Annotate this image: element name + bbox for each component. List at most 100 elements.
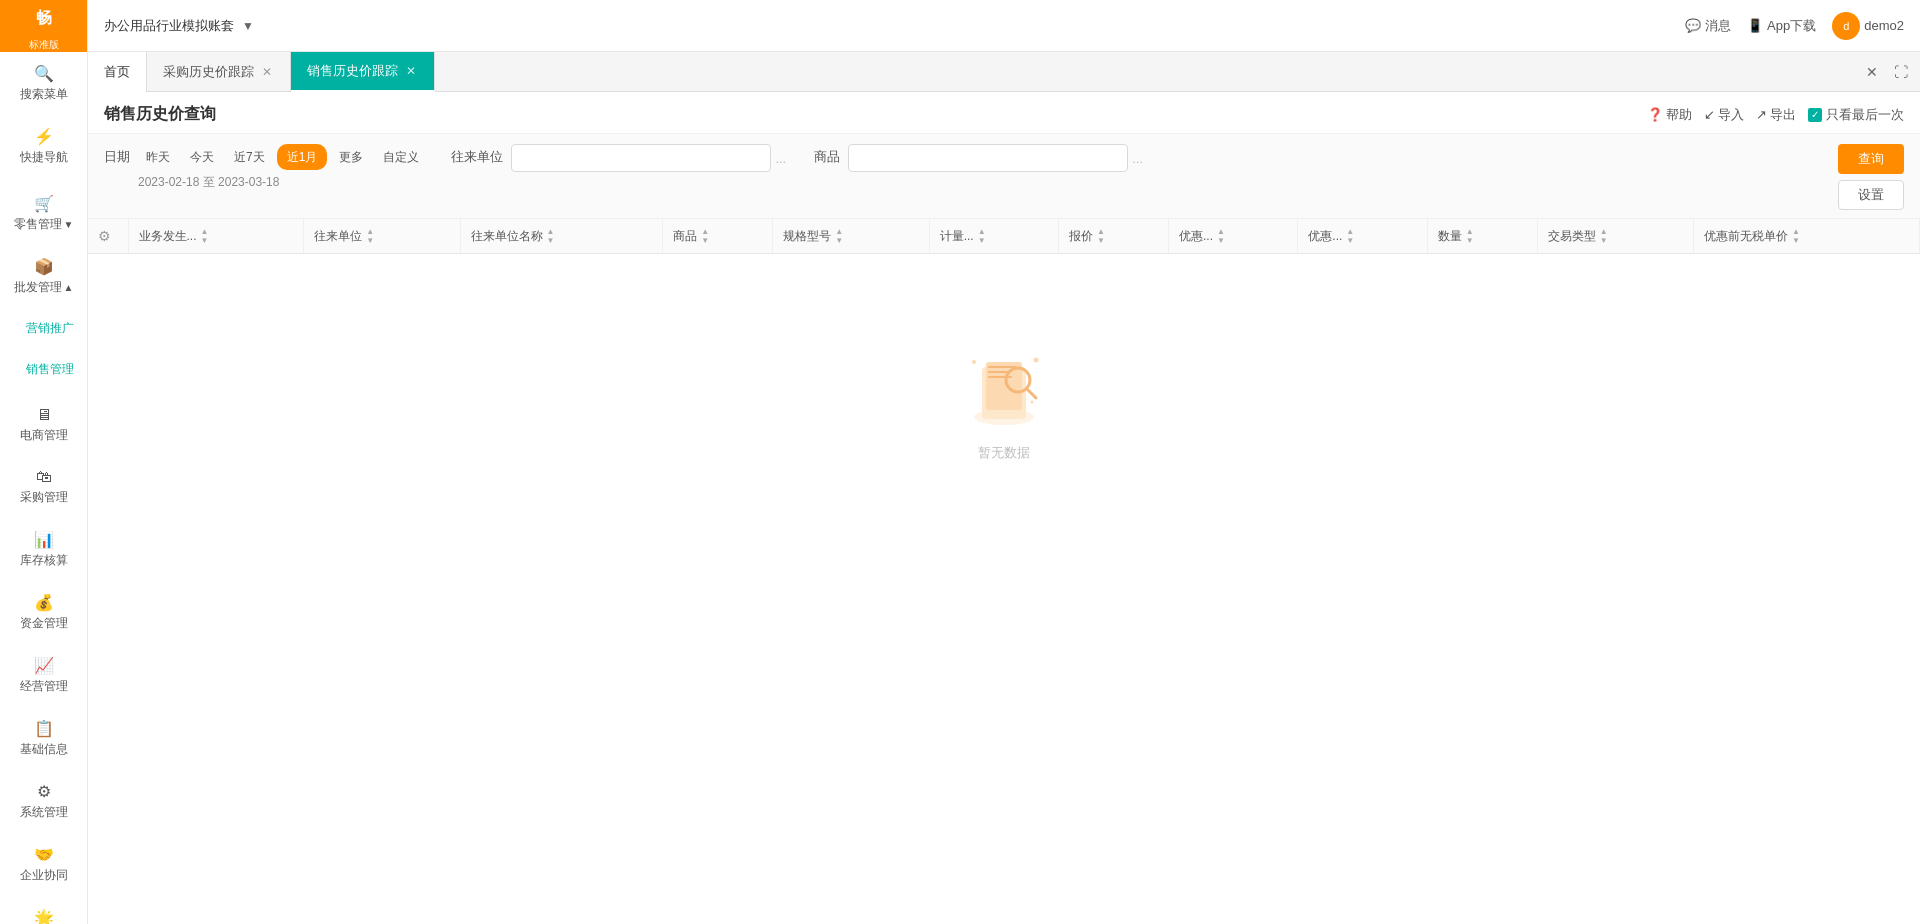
sidebar-item-finance[interactable]: 💰 资金管理: [0, 581, 87, 644]
th-pretax-price: 优惠前无税单价 ▲▼: [1694, 219, 1920, 254]
empty-illustration: [954, 342, 1054, 432]
th-qty: 数量 ▲▼: [1427, 219, 1537, 254]
corp-icon: 🤝: [34, 845, 54, 864]
sort-arrows-qty[interactable]: ▲▼: [1466, 227, 1474, 245]
th-biz-date: 业务发生... ▲▼: [128, 219, 304, 254]
sort-arrows-partner-name[interactable]: ▲▼: [547, 227, 555, 245]
nav-icon: ⚡: [34, 127, 54, 146]
sidebar-item-label: 基础信息: [20, 741, 68, 758]
sidebar-item-wholesale[interactable]: 📦 批发管理 ▲: [0, 245, 87, 308]
tab-close-all[interactable]: ✕: [1862, 60, 1882, 84]
sort-arrows-biz-date[interactable]: ▲▼: [201, 227, 209, 245]
tab-purchase-label: 采购历史价跟踪: [163, 63, 254, 81]
th-discount1: 优惠... ▲▼: [1168, 219, 1297, 254]
only-last-checkbox-wrap[interactable]: 只看最后一次: [1808, 106, 1904, 124]
sidebar-item-basic[interactable]: 📋 基础信息: [0, 707, 87, 770]
sort-arrows-goods[interactable]: ▲▼: [701, 227, 709, 245]
sidebar-item-label: 资金管理: [20, 615, 68, 632]
sort-arrows-trade-type[interactable]: ▲▼: [1600, 227, 1608, 245]
sidebar-item-marketing[interactable]: 营销推广: [0, 308, 87, 349]
help-icon: ❓: [1647, 107, 1663, 122]
tab-sales-close[interactable]: ✕: [404, 64, 418, 78]
topbar-right: 💬 消息 📱 App下载 d demo2: [1685, 12, 1904, 40]
sidebar-item-label: 采购管理: [20, 489, 68, 506]
table-header-row: ⚙ 业务发生... ▲▼ 往来单位 ▲▼: [88, 219, 1920, 254]
sort-arrows-quote[interactable]: ▲▼: [1097, 227, 1105, 245]
table-body: 暂无数据: [88, 254, 1920, 551]
goods-input[interactable]: [848, 144, 1128, 172]
sort-arrows-pretax-price[interactable]: ▲▼: [1792, 227, 1800, 245]
action-buttons: 查询 设置: [1838, 144, 1904, 210]
sidebar-item-purchase[interactable]: 🛍 采购管理: [0, 456, 87, 518]
purchase-icon: 🛍: [36, 468, 52, 486]
th-spec: 规格型号 ▲▼: [773, 219, 929, 254]
date-buttons: 昨天 今天 近7天 近1月 更多 自定义 2023-02-18 至 2023-0…: [138, 144, 427, 191]
date-btn-1month[interactable]: 近1月: [277, 144, 328, 170]
tab-purchase-close[interactable]: ✕: [260, 65, 274, 79]
download-icon: 📱: [1747, 18, 1763, 33]
goods-filter-label: 商品: [814, 144, 840, 170]
th-partner-name: 往来单位名称 ▲▼: [460, 219, 663, 254]
sort-arrows-unit[interactable]: ▲▼: [978, 227, 986, 245]
sort-arrows-discount2[interactable]: ▲▼: [1346, 227, 1354, 245]
tabbar-actions: ✕ ⛶: [1862, 60, 1920, 84]
sort-arrows-spec[interactable]: ▲▼: [835, 227, 843, 245]
setting-button[interactable]: 设置: [1838, 180, 1904, 210]
sort-arrows-discount1[interactable]: ▲▼: [1217, 227, 1225, 245]
partner-input[interactable]: [511, 144, 771, 172]
search-icon: 🔍: [34, 64, 54, 83]
sidebar-item-sales-mgmt[interactable]: 销售管理: [0, 349, 87, 390]
svg-text:畅: 畅: [36, 9, 52, 26]
svg-point-11: [1033, 358, 1038, 363]
topbar: 办公用品行业模拟账套 ▼ 💬 消息 📱 App下载 d demo2: [88, 0, 1920, 52]
topbar-title: 办公用品行业模拟账套: [104, 17, 234, 35]
message-button[interactable]: 💬 消息: [1685, 17, 1731, 35]
partner-dots[interactable]: ...: [771, 151, 790, 166]
date-btn-today[interactable]: 今天: [182, 144, 222, 170]
tab-home[interactable]: 首页: [88, 52, 147, 92]
inventory-icon: 📊: [34, 530, 54, 549]
tab-purchase-history[interactable]: 采购历史价跟踪 ✕: [147, 52, 291, 92]
date-btn-yesterday[interactable]: 昨天: [138, 144, 178, 170]
app-download-button[interactable]: 📱 App下载: [1747, 17, 1816, 35]
sidebar-item-label: 经营管理: [20, 678, 68, 695]
export-button[interactable]: ↗ 导出: [1756, 106, 1796, 124]
basic-icon: 📋: [34, 719, 54, 738]
sidebar-item-corp[interactable]: 🤝 企业协同: [0, 833, 87, 896]
sidebar-item-system[interactable]: ⚙ 系统管理: [0, 770, 87, 833]
app-logo[interactable]: 畅 标准版: [0, 0, 87, 52]
empty-text: 暂无数据: [978, 444, 1030, 462]
sidebar-item-search-menu[interactable]: 🔍 搜索菜单: [0, 52, 87, 115]
svg-rect-7: [988, 376, 1012, 378]
date-btn-7days[interactable]: 近7天: [226, 144, 273, 170]
sidebar-item-label: 库存核算: [20, 552, 68, 569]
user-menu[interactable]: d demo2: [1832, 12, 1904, 40]
tab-sales-history[interactable]: 销售历史价跟踪 ✕: [291, 52, 435, 92]
date-btn-more[interactable]: 更多: [331, 144, 371, 170]
svg-point-10: [972, 360, 976, 364]
main-area: 办公用品行业模拟账套 ▼ 💬 消息 📱 App下载 d demo2 首页: [88, 0, 1920, 924]
only-last-checkbox[interactable]: [1808, 108, 1822, 122]
query-button[interactable]: 查询: [1838, 144, 1904, 174]
settings-icon[interactable]: ⚙: [98, 228, 111, 244]
help-button[interactable]: ❓ 帮助: [1647, 106, 1692, 124]
sort-arrows-partner-code[interactable]: ▲▼: [366, 227, 374, 245]
sidebar-item-ecom[interactable]: 🖥 电商管理: [0, 394, 87, 456]
import-button[interactable]: ↙ 导入: [1704, 106, 1744, 124]
sidebar-item-retail[interactable]: 🛒 零售管理 ▼: [0, 182, 87, 245]
page-actions: ❓ 帮助 ↙ 导入 ↗ 导出 只看最后一次: [1647, 106, 1904, 124]
sidebar-item-inventory[interactable]: 📊 库存核算: [0, 518, 87, 581]
sidebar-item-newbie[interactable]: 🌟 新手引导: [0, 896, 87, 924]
sidebar-item-ops[interactable]: 📈 经营管理: [0, 644, 87, 707]
export-icon: ↗: [1756, 107, 1767, 122]
sidebar-item-quick-nav[interactable]: ⚡ 快捷导航: [0, 115, 87, 178]
date-btn-custom[interactable]: 自定义: [375, 144, 427, 170]
partner-filter-label: 往来单位: [451, 144, 503, 170]
page-title: 销售历史价查询: [104, 104, 216, 125]
topbar-dropdown[interactable]: ▼: [242, 19, 254, 33]
sidebar-item-label: 营销推广: [26, 320, 74, 337]
goods-dots[interactable]: ...: [1128, 151, 1147, 166]
goods-filter-group: 商品 ...: [814, 144, 1147, 172]
message-icon: 💬: [1685, 18, 1701, 33]
tab-maximize[interactable]: ⛶: [1890, 60, 1912, 84]
